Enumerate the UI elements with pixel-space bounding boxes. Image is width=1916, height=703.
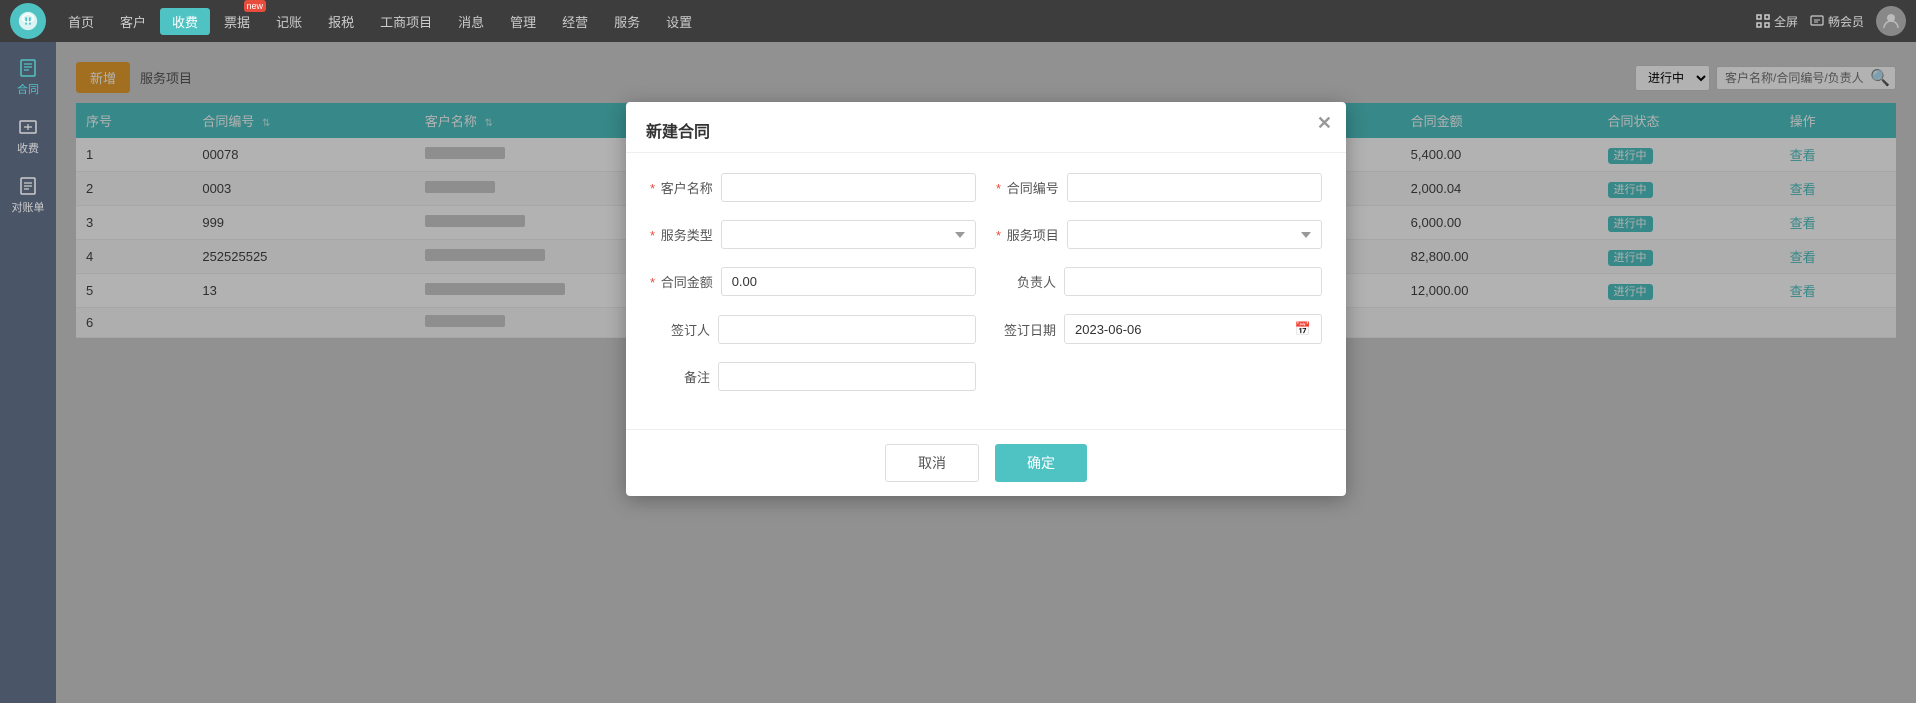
form-group-sign-date: 签订日期 2023-06-06 📅 [996, 314, 1322, 344]
contract-no-input[interactable] [1067, 173, 1322, 202]
sidebar: 合同 收费 对账单 [0, 42, 56, 703]
nav-invoice[interactable]: 票据 new [212, 8, 262, 35]
modal-title: 新建合同 [646, 124, 710, 141]
top-navigation: 首页 客户 收费 票据 new 记账 报税 工商项目 消息 管理 经营 服务 设… [0, 0, 1916, 42]
required-star-3: * [650, 228, 655, 243]
nav-message[interactable]: 消息 [446, 8, 496, 35]
sidebar-item-fee[interactable]: 收费 [3, 109, 53, 164]
contract-no-label: * 合同编号 [996, 178, 1059, 197]
form-row-3: * 合同金额 负责人 [650, 267, 1322, 296]
service-item-select[interactable] [1067, 220, 1322, 249]
modal-footer: 取消 确定 [626, 429, 1346, 496]
modal-body: * 客户名称 * 合同编号 [626, 153, 1346, 429]
customer-name-label: * 客户名称 [650, 178, 713, 197]
member-button[interactable]: 畅会员 [1810, 13, 1864, 30]
user-avatar[interactable] [1876, 6, 1906, 36]
nav-manage[interactable]: 管理 [498, 8, 548, 35]
form-group-service-item: * 服务项目 [996, 220, 1322, 249]
nav-settings[interactable]: 设置 [654, 8, 704, 35]
responsible-label: 负责人 [996, 272, 1056, 291]
form-group-service-type: * 服务类型 [650, 220, 976, 249]
signer-input[interactable] [718, 315, 976, 344]
confirm-button[interactable]: 确定 [995, 444, 1087, 482]
signer-label: 签订人 [650, 320, 710, 339]
remarks-input[interactable] [718, 362, 976, 391]
contract-amount-label: * 合同金额 [650, 272, 713, 291]
customer-name-input[interactable] [721, 173, 976, 202]
sign-date-input[interactable]: 2023-06-06 📅 [1064, 314, 1322, 344]
sidebar-contract-label: 合同 [17, 81, 39, 97]
contract-icon [18, 58, 38, 78]
contract-amount-input[interactable] [721, 267, 976, 296]
required-star-1: * [650, 181, 655, 196]
statement-icon [18, 176, 38, 196]
content-area: 新增 服务项目 进行中 已完成 已取消 🔍 序号 合同编号 ⇅ [56, 42, 1916, 703]
required-star-2: * [996, 181, 1001, 196]
modal-close-button[interactable]: ✕ [1317, 114, 1332, 132]
nav-bookkeeping[interactable]: 记账 [264, 8, 314, 35]
new-contract-modal: 新建合同 ✕ * 客户名称 [626, 102, 1346, 496]
nav-home[interactable]: 首页 [56, 8, 106, 35]
modal-header: 新建合同 ✕ [626, 102, 1346, 153]
sidebar-statement-label: 对账单 [12, 199, 45, 215]
modal-overlay: 新建合同 ✕ * 客户名称 [56, 42, 1916, 703]
form-group-signer: 签订人 [650, 314, 976, 344]
required-star-5: * [650, 275, 655, 290]
member-label: 畅会员 [1828, 13, 1864, 30]
sidebar-item-statement[interactable]: 对账单 [3, 168, 53, 223]
form-row-4: 签订人 签订日期 2023-06-06 📅 [650, 314, 1322, 344]
fullscreen-button[interactable]: 全屏 [1756, 13, 1798, 30]
service-item-label: * 服务项目 [996, 225, 1059, 244]
form-row-2: * 服务类型 * 服务项目 [650, 220, 1322, 249]
sign-date-value: 2023-06-06 [1075, 322, 1142, 337]
service-type-label: * 服务类型 [650, 225, 713, 244]
fee-icon [18, 117, 38, 137]
new-badge: new [244, 0, 267, 12]
cancel-button[interactable]: 取消 [885, 444, 979, 482]
nav-business[interactable]: 工商项目 [368, 8, 444, 35]
sidebar-fee-label: 收费 [17, 140, 39, 156]
form-group-customer-name: * 客户名称 [650, 173, 976, 202]
calendar-icon[interactable]: 📅 [1295, 321, 1311, 337]
main-layout: 合同 收费 对账单 新增 服务项目 进行中 已完成 已取消 [0, 42, 1916, 703]
form-group-contract-amount: * 合同金额 [650, 267, 976, 296]
nav-customer[interactable]: 客户 [108, 8, 158, 35]
sidebar-item-contract[interactable]: 合同 [3, 50, 53, 105]
nav-operation[interactable]: 经营 [550, 8, 600, 35]
app-logo[interactable] [10, 3, 46, 39]
nav-fee[interactable]: 收费 [160, 8, 210, 35]
form-group-contract-no: * 合同编号 [996, 173, 1322, 202]
remarks-label: 备注 [650, 367, 710, 386]
sign-date-label: 签订日期 [996, 320, 1056, 339]
nav-tax[interactable]: 报税 [316, 8, 366, 35]
fullscreen-label: 全屏 [1774, 13, 1798, 30]
form-group-remarks: 备注 [650, 362, 976, 391]
responsible-input[interactable] [1064, 267, 1322, 296]
nav-service[interactable]: 服务 [602, 8, 652, 35]
top-nav-right: 全屏 畅会员 [1756, 6, 1906, 36]
required-star-4: * [996, 228, 1001, 243]
form-row-5: 备注 [650, 362, 1322, 391]
form-group-responsible: 负责人 [996, 267, 1322, 296]
service-type-select[interactable] [721, 220, 976, 249]
nav-items: 首页 客户 收费 票据 new 记账 报税 工商项目 消息 管理 经营 服务 设… [56, 8, 1756, 35]
form-row-1: * 客户名称 * 合同编号 [650, 173, 1322, 202]
